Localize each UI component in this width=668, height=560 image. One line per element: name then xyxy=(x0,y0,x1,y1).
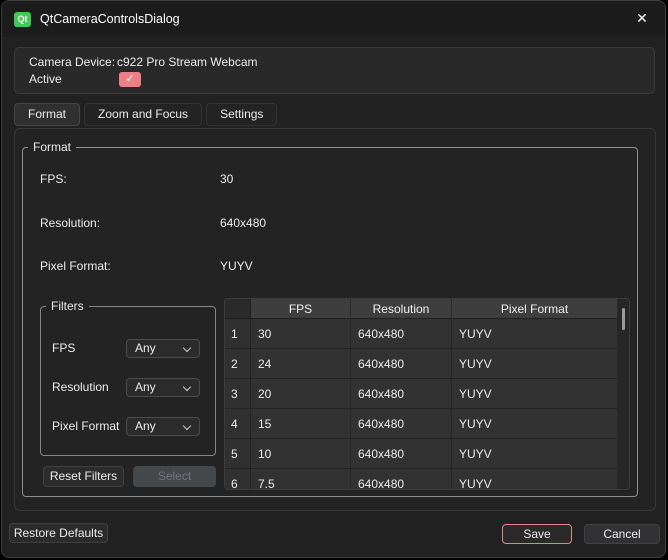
close-icon[interactable]: ✕ xyxy=(619,1,665,37)
check-icon: ✓ xyxy=(125,73,134,85)
chevron-down-icon xyxy=(183,344,191,352)
cell[interactable]: 24 xyxy=(251,349,351,379)
qt-logo-icon: Qt xyxy=(14,12,31,27)
tab-format[interactable]: Format xyxy=(14,103,80,126)
pixel-format-value: YUYV xyxy=(220,259,253,273)
tab-zoom-and-focus[interactable]: Zoom and Focus xyxy=(84,103,202,126)
filter-fps-label: FPS xyxy=(52,341,75,355)
column-header-fps[interactable]: FPS xyxy=(251,299,351,319)
formats-table[interactable]: FPS Resolution Pixel Format 1 30 640x480… xyxy=(224,298,630,490)
row-header: 1 xyxy=(225,319,251,349)
column-header-pixel-format[interactable]: Pixel Format xyxy=(452,299,618,319)
filter-pixel-format-dropdown[interactable]: Any xyxy=(126,417,200,436)
reset-filters-button[interactable]: Reset Filters xyxy=(43,466,124,487)
row-header: 3 xyxy=(225,379,251,409)
cell[interactable]: YUYV xyxy=(452,409,618,439)
filters-groupbox-title: Filters xyxy=(46,299,89,313)
table-corner-cell xyxy=(225,299,251,319)
camera-device-value: c922 Pro Stream Webcam xyxy=(117,55,258,69)
cell[interactable]: 15 xyxy=(251,409,351,439)
window-title: QtCameraControlsDialog xyxy=(40,12,180,26)
tab-bar: Format Zoom and Focus Settings xyxy=(14,103,277,126)
save-button[interactable]: Save xyxy=(502,524,572,544)
chevron-down-icon xyxy=(183,422,191,430)
table-row[interactable]: 5 10 640x480 YUYV xyxy=(225,439,629,469)
cell[interactable]: 640x480 xyxy=(351,379,452,409)
camera-device-label: Camera Device: xyxy=(29,55,115,69)
tab-settings[interactable]: Settings xyxy=(206,103,277,126)
table-header-row: FPS Resolution Pixel Format xyxy=(225,299,629,319)
cell[interactable]: YUYV xyxy=(452,379,618,409)
cell[interactable]: 640x480 xyxy=(351,409,452,439)
fps-value: 30 xyxy=(220,172,233,186)
pixel-format-label: Pixel Format: xyxy=(40,259,111,273)
row-header: 6 xyxy=(225,469,251,490)
filter-fps-dropdown[interactable]: Any xyxy=(126,339,200,358)
chevron-down-icon xyxy=(183,383,191,391)
cell[interactable]: 640x480 xyxy=(351,439,452,469)
table-row[interactable]: 4 15 640x480 YUYV xyxy=(225,409,629,439)
filter-fps-dropdown-value: Any xyxy=(135,341,156,355)
filter-pixel-format-label: Pixel Format xyxy=(52,419,119,433)
select-button[interactable]: Select xyxy=(133,466,216,487)
cell[interactable]: 10 xyxy=(251,439,351,469)
cell[interactable]: 7.5 xyxy=(251,469,351,490)
table-row[interactable]: 3 20 640x480 YUYV xyxy=(225,379,629,409)
cancel-button[interactable]: Cancel xyxy=(584,524,660,544)
resolution-value: 640x480 xyxy=(220,216,266,230)
filter-resolution-dropdown-value: Any xyxy=(135,380,156,394)
fps-label: FPS: xyxy=(40,172,67,186)
filter-resolution-dropdown[interactable]: Any xyxy=(126,378,200,397)
table-row[interactable]: 6 7.5 640x480 YUYV xyxy=(225,469,629,490)
table-scrollbar[interactable] xyxy=(622,308,625,330)
filter-pixel-format-dropdown-value: Any xyxy=(135,419,156,433)
table-row[interactable]: 2 24 640x480 YUYV xyxy=(225,349,629,379)
format-groupbox-title: Format xyxy=(28,140,76,154)
table-row[interactable]: 1 30 640x480 YUYV xyxy=(225,319,629,349)
cell[interactable]: 20 xyxy=(251,379,351,409)
cell[interactable]: YUYV xyxy=(452,469,618,490)
cell[interactable]: 640x480 xyxy=(351,469,452,490)
row-header: 4 xyxy=(225,409,251,439)
resolution-label: Resolution: xyxy=(40,216,100,230)
restore-defaults-button[interactable]: Restore Defaults xyxy=(9,523,108,543)
filter-resolution-label: Resolution xyxy=(52,380,109,394)
active-checkbox[interactable]: ✓ xyxy=(119,72,141,87)
cell[interactable]: 640x480 xyxy=(351,349,452,379)
cell[interactable]: YUYV xyxy=(452,439,618,469)
title-bar[interactable]: Qt QtCameraControlsDialog ✕ xyxy=(2,1,665,37)
row-header: 5 xyxy=(225,439,251,469)
cell[interactable]: 30 xyxy=(251,319,351,349)
column-header-resolution[interactable]: Resolution xyxy=(351,299,452,319)
dialog-window: Qt QtCameraControlsDialog ✕ Camera Devic… xyxy=(1,0,666,558)
cell[interactable]: 640x480 xyxy=(351,319,452,349)
active-label: Active xyxy=(29,72,62,86)
cell[interactable]: YUYV xyxy=(452,349,618,379)
cell[interactable]: YUYV xyxy=(452,319,618,349)
row-header: 2 xyxy=(225,349,251,379)
